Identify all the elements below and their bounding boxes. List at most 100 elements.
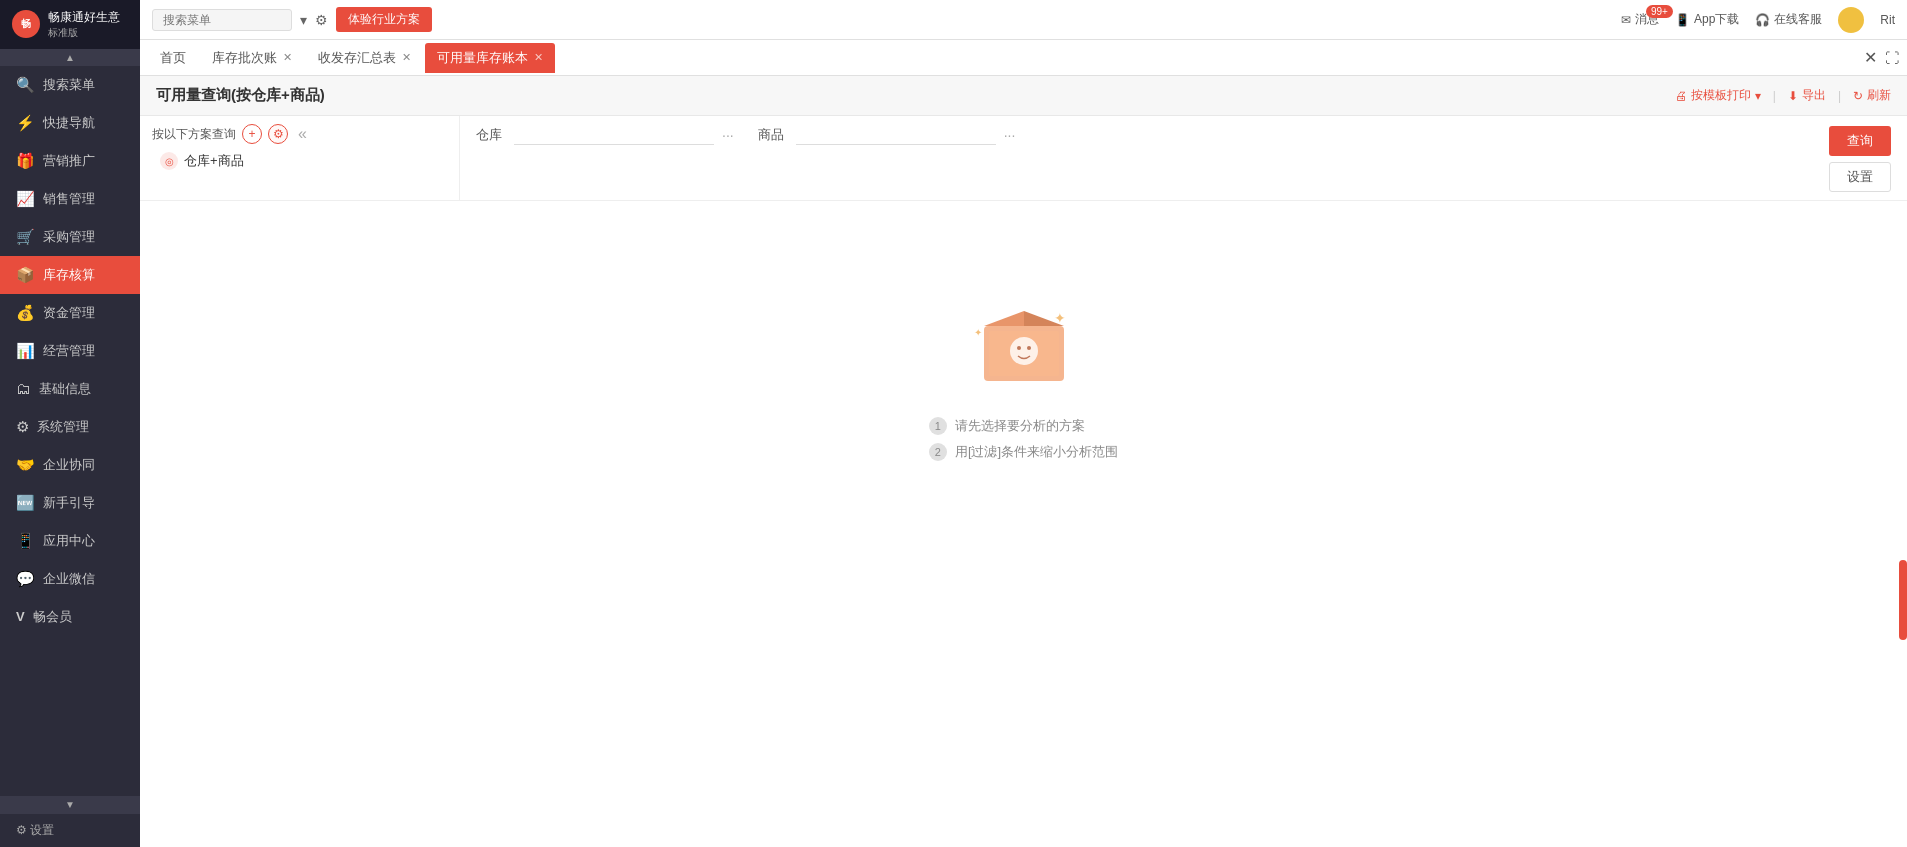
filter-goods-field: 商品 ··· [758, 124, 1016, 145]
goods-more-btn[interactable]: ··· [1004, 127, 1016, 143]
refresh-btn[interactable]: ↻ 刷新 [1853, 87, 1891, 104]
filter-label-row: 按以下方案查询 + ⚙ « [152, 124, 447, 144]
topbar-right: ✉ 消息 99+ 📱 App下载 🎧 在线客服 Rit [1621, 7, 1895, 33]
purchase-icon: 🛒 [16, 228, 35, 246]
sidebar-scroll-up[interactable]: ▲ [0, 49, 140, 66]
svg-text:✦: ✦ [1054, 310, 1066, 326]
industry-btn[interactable]: 体验行业方案 [336, 7, 432, 32]
search-icon: 🔍 [16, 76, 35, 94]
page-container: 可用量查询(按仓库+商品) 🖨 按模板打印 ▾ | ⬇ 导出 | ↻ [140, 76, 1907, 847]
topbar-app-download[interactable]: 📱 App下载 [1675, 11, 1739, 28]
svg-point-5 [1017, 346, 1021, 350]
enterprise-wechat-icon: 💬 [16, 570, 35, 588]
tabsbar-close-btn[interactable]: ✕ [1864, 48, 1877, 67]
refresh-icon: ↻ [1853, 89, 1863, 103]
sidebar-item-basic-info[interactable]: 🗂 基础信息 [0, 370, 140, 408]
finance-icon: 💰 [16, 304, 35, 322]
tab-available-stock[interactable]: 可用量库存账本 ✕ [425, 43, 555, 73]
sidebar-item-inventory[interactable]: 📦 库存核算 [0, 256, 140, 294]
print-icon: 🖨 [1675, 89, 1687, 103]
print-dropdown-icon: ▾ [1755, 89, 1761, 103]
settings-btn[interactable]: 设置 [1829, 162, 1891, 192]
sidebar-scroll-down[interactable]: ▼ [0, 796, 140, 813]
tip-num-2: 2 [929, 443, 947, 461]
topbar-msg-btn[interactable]: ✉ 消息 99+ [1621, 11, 1659, 28]
page-title: 可用量查询(按仓库+商品) [156, 86, 325, 105]
sidebar-item-member[interactable]: V 畅会员 [0, 598, 140, 636]
print-template-btn[interactable]: 🖨 按模板打印 ▾ [1675, 87, 1761, 104]
warehouse-more-btn[interactable]: ··· [722, 127, 734, 143]
brand-name: 畅康通好生意 标准版 [48, 10, 120, 39]
svg-marker-1 [984, 311, 1024, 326]
filter-left-panel: 按以下方案查询 + ⚙ « ◎ 仓库+商品 [140, 116, 460, 200]
tab-home[interactable]: 首页 [148, 43, 198, 73]
service-icon: 🎧 [1755, 13, 1770, 27]
sidebar-items-container: 🔍 搜索菜单 ⚡ 快捷导航 🎁 营销推广 📈 销售管理 🛒 采购管理 📦 库存核… [0, 66, 140, 796]
tab-batch-ledger[interactable]: 库存批次账 ✕ [200, 43, 304, 73]
filter-setting-btn[interactable]: ⚙ [268, 124, 288, 144]
shortcut-icon: ⚡ [16, 114, 35, 132]
filter-warehouse-field: 仓库 ··· [476, 124, 734, 145]
export-btn[interactable]: ⬇ 导出 [1788, 87, 1826, 104]
sidebar-item-sales[interactable]: 📈 销售管理 [0, 180, 140, 218]
empty-tips: 1 请先选择要分析的方案 2 用[过滤]条件来缩小分析范围 [929, 417, 1118, 461]
sidebar-item-system[interactable]: ⚙ 系统管理 [0, 408, 140, 446]
main-area: ▾ ⚙ 体验行业方案 ✉ 消息 99+ 📱 App下载 🎧 在线客服 Rit 首… [140, 0, 1907, 847]
sidebar-header: 畅 畅康通好生意 标准版 [0, 0, 140, 49]
operation-icon: 📊 [16, 342, 35, 360]
goods-label: 商品 [758, 126, 788, 144]
sidebar-item-search[interactable]: 🔍 搜索菜单 [0, 66, 140, 104]
sidebar-item-enterprise[interactable]: 🤝 企业协同 [0, 446, 140, 484]
topbar: ▾ ⚙ 体验行业方案 ✉ 消息 99+ 📱 App下载 🎧 在线客服 Rit [140, 0, 1907, 40]
empty-tip-2: 2 用[过滤]条件来缩小分析范围 [929, 443, 1118, 461]
tab-close-receive-summary[interactable]: ✕ [402, 51, 411, 64]
sidebar: 畅 畅康通好生意 标准版 ▲ 🔍 搜索菜单 ⚡ 快捷导航 🎁 营销推广 📈 销售… [0, 0, 140, 847]
sidebar-item-purchase[interactable]: 🛒 采购管理 [0, 218, 140, 256]
topbar-online-service[interactable]: 🎧 在线客服 [1755, 11, 1822, 28]
sidebar-item-shortcut[interactable]: ⚡ 快捷导航 [0, 104, 140, 142]
filter-actions: 查询 设置 [1829, 124, 1891, 192]
marketing-icon: 🎁 [16, 152, 35, 170]
tab-close-batch-ledger[interactable]: ✕ [283, 51, 292, 64]
app-icon: 📱 [1675, 13, 1690, 27]
brand-logo-icon: 畅 [12, 10, 40, 38]
username-label[interactable]: Rit [1880, 13, 1895, 27]
inventory-icon: 📦 [16, 266, 35, 284]
sales-icon: 📈 [16, 190, 35, 208]
filter-add-btn[interactable]: + [242, 124, 262, 144]
filter-collapse-btn[interactable]: « [298, 125, 307, 143]
sidebar-item-marketing[interactable]: 🎁 营销推广 [0, 142, 140, 180]
export-icon: ⬇ [1788, 89, 1798, 103]
sidebar-item-app-center[interactable]: 📱 应用中心 [0, 522, 140, 560]
topbar-search-input[interactable] [152, 9, 292, 31]
tabsbar-expand-btn[interactable]: ⛶ [1885, 50, 1899, 66]
filter-scheme-item[interactable]: ◎ 仓库+商品 [152, 148, 447, 174]
topbar-dropdown-btn[interactable]: ▾ [300, 12, 307, 28]
scheme-item-icon: ◎ [160, 152, 178, 170]
goods-input[interactable] [796, 124, 996, 145]
right-edge-bar [1899, 560, 1907, 640]
user-avatar[interactable] [1838, 7, 1864, 33]
msg-badge: 99+ [1646, 5, 1673, 18]
enterprise-icon: 🤝 [16, 456, 35, 474]
tabs-bar: 首页 库存批次账 ✕ 收发存汇总表 ✕ 可用量库存账本 ✕ ✕ ⛶ [140, 40, 1907, 76]
member-icon: V [16, 609, 25, 624]
sidebar-item-finance[interactable]: 💰 资金管理 [0, 294, 140, 332]
tabsbar-right: ✕ ⛶ [1864, 48, 1899, 67]
system-icon: ⚙ [16, 418, 29, 436]
tab-close-available-stock[interactable]: ✕ [534, 51, 543, 64]
sidebar-footer[interactable]: ⚙ 设置 [0, 813, 140, 847]
newbie-icon: 🆕 [16, 494, 35, 512]
sidebar-item-enterprise-wechat[interactable]: 💬 企业微信 [0, 560, 140, 598]
svg-point-4 [1010, 337, 1038, 365]
sidebar-item-newbie[interactable]: 🆕 新手引导 [0, 484, 140, 522]
warehouse-input[interactable] [514, 124, 714, 145]
content-area: 可用量查询(按仓库+商品) 🖨 按模板打印 ▾ | ⬇ 导出 | ↻ [140, 76, 1907, 847]
tab-receive-summary[interactable]: 收发存汇总表 ✕ [306, 43, 423, 73]
svg-point-6 [1027, 346, 1031, 350]
svg-text:✦: ✦ [974, 327, 982, 338]
basic-info-icon: 🗂 [16, 380, 31, 397]
sidebar-item-operation[interactable]: 📊 经营管理 [0, 332, 140, 370]
topbar-gear-btn[interactable]: ⚙ [315, 12, 328, 28]
query-btn[interactable]: 查询 [1829, 126, 1891, 156]
